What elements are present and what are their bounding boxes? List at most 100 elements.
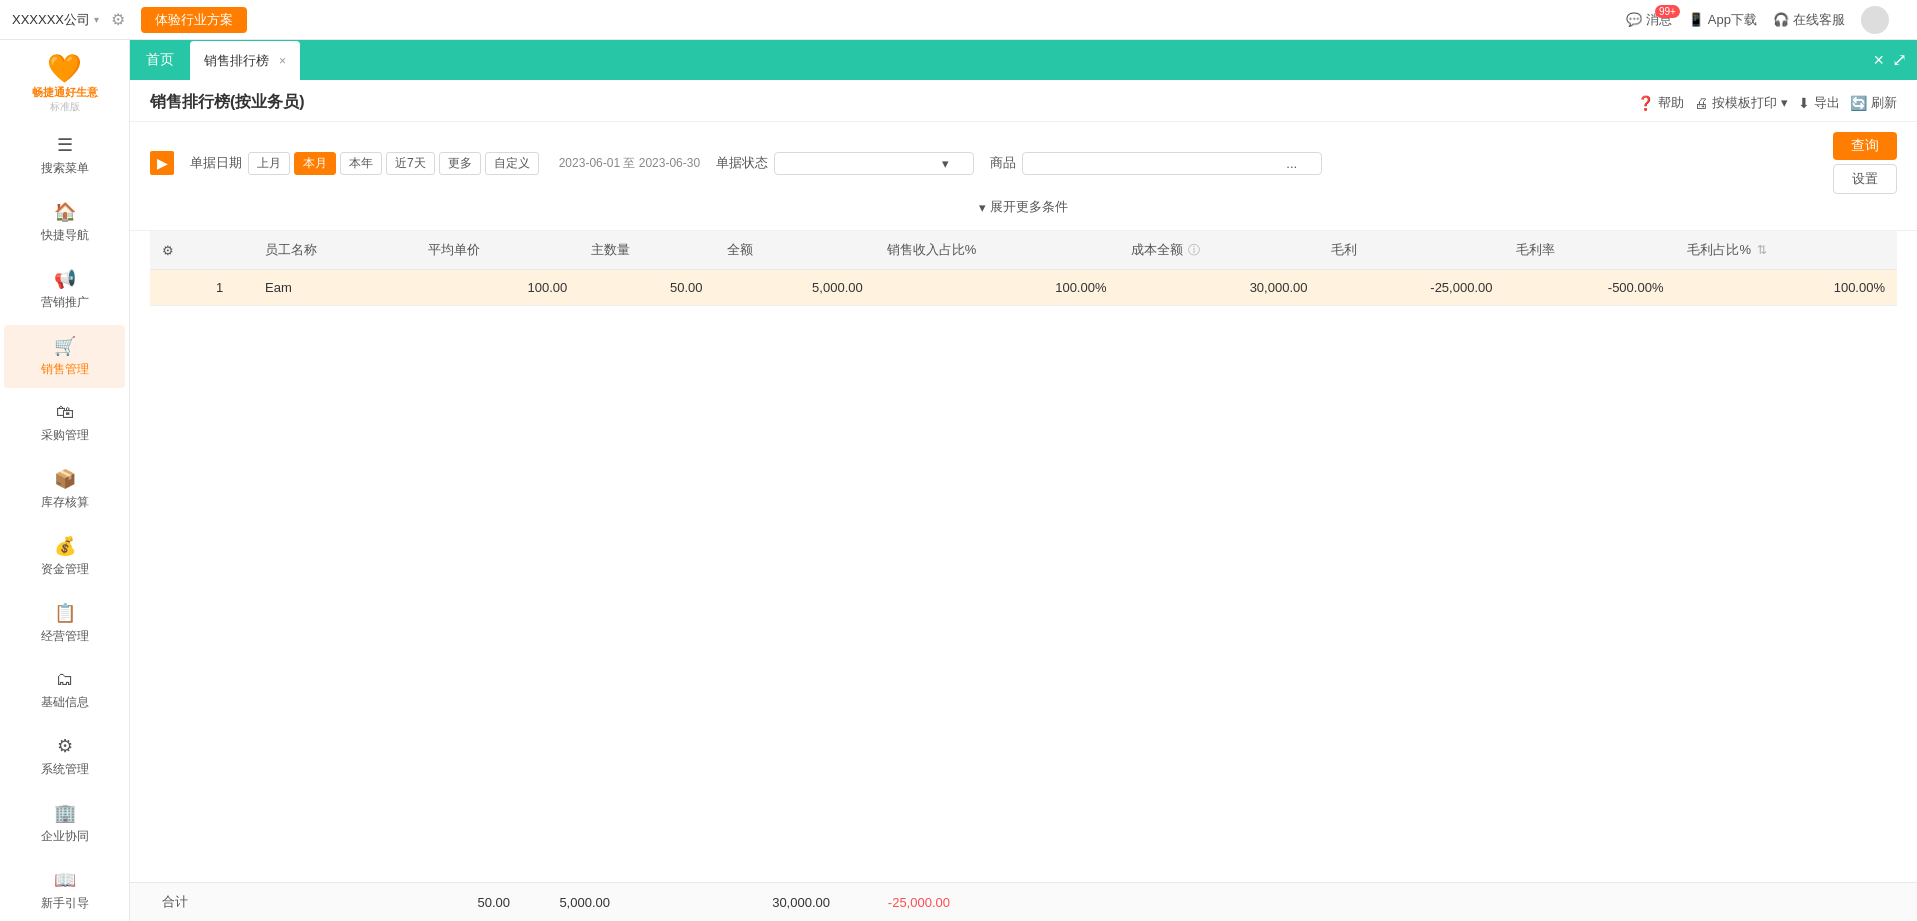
company-selector[interactable]: XXXXXX公司 ▾ — [12, 11, 99, 29]
doc-status-select[interactable]: ▾ — [774, 152, 974, 175]
footer-cost: 30,000.00 — [742, 895, 842, 910]
header-row: ⚙ 员工名称 平均单价 主数量 全额 销售收入占比% 成本全额 ⓘ 毛利 毛利率 — [150, 231, 1897, 270]
expand-more-label: 展开更多条件 — [990, 198, 1068, 216]
td-rank: 1 — [186, 270, 253, 306]
sidebar-item-marketing[interactable]: 📢 营销推广 — [4, 258, 125, 321]
expand-more-btn[interactable]: ▾ 展开更多条件 — [150, 198, 1897, 216]
th-gross-rate: 毛利率 — [1504, 231, 1675, 270]
sidebar-item-finance[interactable]: 💰 资金管理 — [4, 525, 125, 588]
content-area: 首页 销售排行榜 × × ⤢ 销售排行榜(按业务员) ❓ — [130, 40, 1917, 921]
tab-home[interactable]: 首页 — [130, 40, 190, 80]
operations-icon: 📋 — [54, 602, 76, 624]
company-name: XXXXXX公司 — [12, 11, 90, 29]
expand-chevron-icon: ▾ — [979, 200, 986, 215]
th-settings[interactable]: ⚙ — [150, 231, 186, 270]
table-wrapper: ⚙ 员工名称 平均单价 主数量 全额 销售收入占比% 成本全额 ⓘ 毛利 毛利率 — [130, 231, 1917, 882]
footer-amount: 5,000.00 — [522, 895, 622, 910]
logo-text: 畅捷通好生意 — [32, 85, 98, 100]
sidebar-item-label: 经营管理 — [41, 628, 89, 645]
td-sales-ratio: 100.00% — [875, 270, 1119, 306]
tag-this-month[interactable]: 本月 — [294, 152, 336, 175]
enterprise-icon: 🏢 — [54, 802, 76, 824]
tag-custom[interactable]: 自定义 — [485, 152, 539, 175]
filter-toggle-btn[interactable]: ▶ — [150, 151, 174, 175]
settings-icon[interactable]: ⚙ — [111, 10, 125, 29]
sidebar-item-inventory[interactable]: 📦 库存核算 — [4, 458, 125, 521]
tab-close-icon[interactable]: × — [279, 54, 286, 68]
headset-icon: 🎧 — [1773, 12, 1789, 27]
export-btn[interactable]: ⬇ 导出 — [1798, 94, 1840, 112]
cost-help-icon[interactable]: ⓘ — [1188, 243, 1200, 257]
select-dropdown-icon: ▾ — [942, 156, 949, 171]
th-sales-ratio: 销售收入占比% — [875, 231, 1119, 270]
trial-button[interactable]: 体验行业方案 — [141, 7, 247, 33]
sidebar-item-system[interactable]: ⚙ 系统管理 — [4, 725, 125, 788]
filter-right-btns: 查询 设置 — [1833, 132, 1897, 194]
avatar[interactable] — [1861, 6, 1889, 34]
sidebar-item-guide[interactable]: 📖 新手引导 — [4, 859, 125, 921]
sidebar-logo[interactable]: 🧡 畅捷通好生意 标准版 — [0, 40, 129, 122]
inventory-icon: 📦 — [54, 468, 76, 490]
goods-more-icon: ... — [1286, 156, 1297, 171]
table-body: 1 Eam 100.00 50.00 5,000.00 100.00% 30,0… — [150, 270, 1897, 306]
filter-row-1: ▶ 单据日期 上月 本月 本年 近7天 更多 自定义 — [150, 132, 1897, 194]
footer-gross: -25,000.00 — [842, 895, 962, 910]
tab-bar: 首页 销售排行榜 × × ⤢ — [130, 40, 1917, 80]
td-employee: Eam — [253, 270, 416, 306]
help-icon: ❓ — [1637, 95, 1654, 111]
mobile-icon: 📱 — [1688, 12, 1704, 27]
sidebar-item-label: 搜索菜单 — [41, 160, 89, 177]
sidebar-item-purchase[interactable]: 🛍 采购管理 — [4, 392, 125, 454]
footer-qty: 50.00 — [442, 895, 522, 910]
template-print-label: 按模板打印 — [1712, 94, 1777, 112]
goods-select[interactable]: ... — [1022, 152, 1322, 175]
chevron-down-icon: ▾ — [94, 14, 99, 25]
app-download-label: App下载 — [1708, 11, 1757, 29]
print-dropdown-icon: ▾ — [1781, 95, 1788, 110]
date-filter: 单据日期 上月 本月 本年 近7天 更多 自定义 — [190, 152, 539, 175]
message-area[interactable]: 💬 消息 99+ — [1626, 11, 1672, 29]
page-content: 销售排行榜(按业务员) ❓ 帮助 🖨 按模板打印 ▾ ⬇ — [130, 80, 1917, 921]
th-amount: 全额 — [715, 231, 875, 270]
sidebar-item-label: 营销推广 — [41, 294, 89, 311]
logo-sub: 标准版 — [50, 100, 80, 114]
query-button[interactable]: 查询 — [1833, 132, 1897, 160]
online-service-label: 在线客服 — [1793, 11, 1845, 29]
tag-this-year[interactable]: 本年 — [340, 152, 382, 175]
refresh-btn[interactable]: 🔄 刷新 — [1850, 94, 1897, 112]
tag-last-month[interactable]: 上月 — [248, 152, 290, 175]
table-row: 1 Eam 100.00 50.00 5,000.00 100.00% 30,0… — [150, 270, 1897, 306]
export-icon: ⬇ — [1798, 95, 1810, 111]
window-close-icon[interactable]: × — [1873, 50, 1884, 71]
td-qty: 50.00 — [579, 270, 714, 306]
th-cost: 成本全额 ⓘ — [1119, 231, 1320, 270]
sidebar-item-label: 销售管理 — [41, 361, 89, 378]
sidebar-item-quick-nav[interactable]: 🏠 快捷导航 — [4, 191, 125, 254]
doc-status-filter: 单据状态 ▾ — [716, 152, 974, 175]
help-btn[interactable]: ❓ 帮助 — [1637, 94, 1684, 112]
tab-sales-ranking[interactable]: 销售排行榜 × — [190, 41, 300, 81]
sidebar-item-label: 快捷导航 — [41, 227, 89, 244]
td-settings[interactable] — [150, 270, 186, 306]
sidebar-item-label: 资金管理 — [41, 561, 89, 578]
gross-ratio-sort-icon[interactable]: ⇅ — [1757, 243, 1767, 257]
th-gross: 毛利 — [1319, 231, 1504, 270]
tag-7-days[interactable]: 近7天 — [386, 152, 435, 175]
settings-button[interactable]: 设置 — [1833, 164, 1897, 194]
app-download-btn[interactable]: 📱 App下载 — [1688, 11, 1757, 29]
refresh-label: 刷新 — [1871, 94, 1897, 112]
search-menu-icon: ☰ — [57, 134, 73, 156]
template-print-btn[interactable]: 🖨 按模板打印 ▾ — [1694, 94, 1788, 112]
sidebar-item-basic-info[interactable]: 🗂 基础信息 — [4, 659, 125, 721]
tag-more[interactable]: 更多 — [439, 152, 481, 175]
sidebar: 🧡 畅捷通好生意 标准版 ☰ 搜索菜单 🏠 快捷导航 📢 营销推广 🛒 销售管理… — [0, 40, 130, 921]
sidebar-item-sales[interactable]: 🛒 销售管理 — [4, 325, 125, 388]
online-service-btn[interactable]: 🎧 在线客服 — [1773, 11, 1845, 29]
sidebar-item-operations[interactable]: 📋 经营管理 — [4, 592, 125, 655]
sidebar-item-search[interactable]: ☰ 搜索菜单 — [4, 124, 125, 187]
sidebar-item-label: 基础信息 — [41, 694, 89, 711]
main-layout: 🧡 畅捷通好生意 标准版 ☰ 搜索菜单 🏠 快捷导航 📢 营销推广 🛒 销售管理… — [0, 40, 1917, 921]
sidebar-item-enterprise[interactable]: 🏢 企业协同 — [4, 792, 125, 855]
date-range: 2023-06-01 至 2023-06-30 — [559, 155, 700, 172]
window-expand-icon[interactable]: ⤢ — [1892, 49, 1907, 71]
